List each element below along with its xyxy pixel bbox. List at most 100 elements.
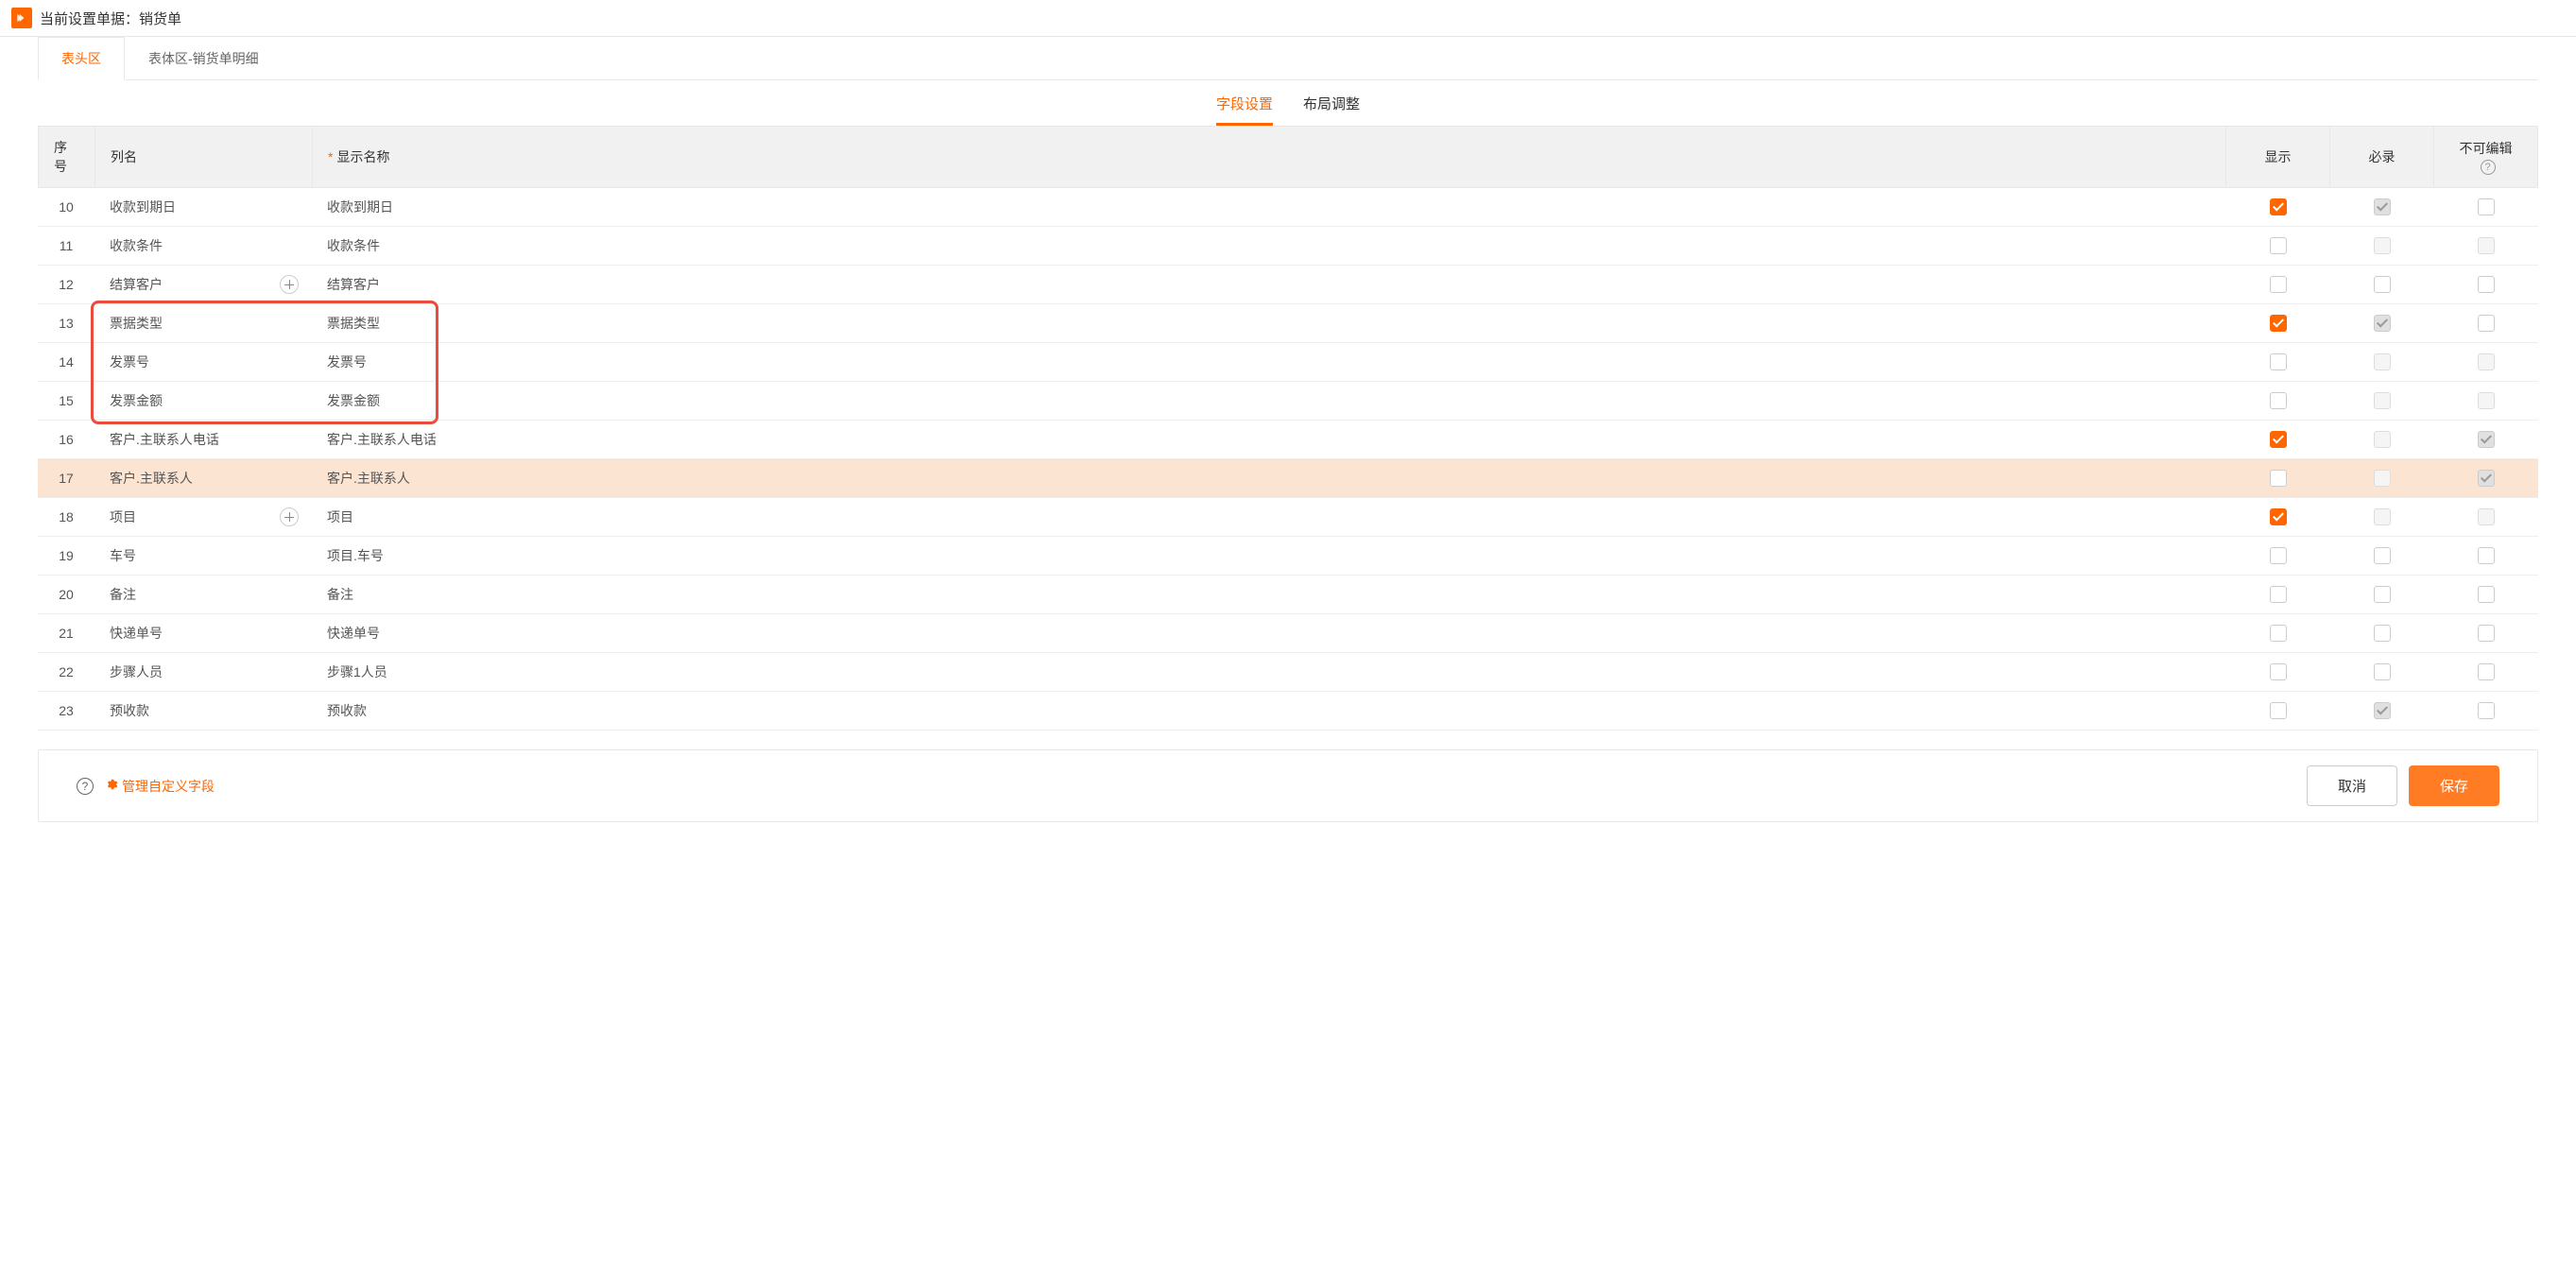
checkbox-readonly[interactable] — [2478, 315, 2495, 332]
cell-seq: 16 — [38, 421, 94, 459]
cell-required — [2330, 692, 2434, 731]
cell-display-name[interactable]: 发票金额 — [312, 382, 2226, 421]
checkbox-readonly[interactable] — [2478, 198, 2495, 215]
cell-required — [2330, 576, 2434, 614]
cell-display-name[interactable]: 票据类型 — [312, 304, 2226, 343]
checkbox-required — [2374, 702, 2391, 719]
th-seq: 序号 — [39, 127, 95, 188]
checkbox-readonly[interactable] — [2478, 547, 2495, 564]
cell-display-name[interactable]: 客户.主联系人 — [312, 459, 2226, 498]
cell-col-name: 收款到期日 — [94, 188, 312, 227]
cell-readonly — [2434, 537, 2538, 576]
cell-display-name[interactable]: 项目 — [312, 498, 2226, 537]
checkbox-required[interactable] — [2374, 586, 2391, 603]
save-button[interactable]: 保存 — [2409, 765, 2499, 806]
checkbox-show[interactable] — [2270, 237, 2287, 254]
checkbox-readonly[interactable] — [2478, 586, 2495, 603]
checkbox-show[interactable] — [2270, 353, 2287, 370]
table-row: 14发票号发票号 — [38, 343, 2538, 382]
checkbox-show[interactable] — [2270, 625, 2287, 642]
cell-col-name: 备注 — [94, 576, 312, 614]
cell-col-name: 客户.主联系人 — [94, 459, 312, 498]
checkbox-readonly[interactable] — [2478, 663, 2495, 680]
checkbox-show[interactable] — [2270, 315, 2287, 332]
manage-custom-fields-link[interactable]: 管理自定义字段 — [105, 777, 215, 796]
cell-display-name[interactable]: 项目.车号 — [312, 537, 2226, 576]
cell-show — [2226, 576, 2330, 614]
add-icon[interactable] — [280, 507, 299, 526]
cell-col-name: 预收款 — [94, 692, 312, 731]
th-show: 显示 — [2226, 127, 2330, 188]
question-icon[interactable]: ? — [77, 778, 94, 795]
checkbox-required — [2374, 508, 2391, 525]
cell-show — [2226, 343, 2330, 382]
checkbox-readonly — [2478, 392, 2495, 409]
cell-show — [2226, 498, 2330, 537]
expand-panel-icon[interactable] — [11, 8, 32, 28]
sub-tab-0[interactable]: 字段设置 — [1216, 94, 1273, 126]
tab-0[interactable]: 表头区 — [38, 37, 125, 80]
checkbox-show[interactable] — [2270, 663, 2287, 680]
cell-readonly — [2434, 343, 2538, 382]
table-row: 12结算客户结算客户 — [38, 266, 2538, 304]
cell-seq: 11 — [38, 227, 94, 266]
checkbox-show[interactable] — [2270, 431, 2287, 448]
checkbox-show[interactable] — [2270, 702, 2287, 719]
add-icon[interactable] — [280, 275, 299, 294]
table-row: 10收款到期日收款到期日 — [38, 188, 2538, 227]
checkbox-show[interactable] — [2270, 470, 2287, 487]
cell-required — [2330, 227, 2434, 266]
cell-seq: 15 — [38, 382, 94, 421]
cell-display-name[interactable]: 发票号 — [312, 343, 2226, 382]
checkbox-show[interactable] — [2270, 198, 2287, 215]
cell-readonly — [2434, 304, 2538, 343]
cell-display-name[interactable]: 预收款 — [312, 692, 2226, 731]
cell-show — [2226, 459, 2330, 498]
checkbox-readonly[interactable] — [2478, 702, 2495, 719]
cell-col-name: 发票金额 — [94, 382, 312, 421]
cell-show — [2226, 614, 2330, 653]
checkbox-required — [2374, 237, 2391, 254]
cell-col-name: 车号 — [94, 537, 312, 576]
checkbox-show[interactable] — [2270, 547, 2287, 564]
cell-display-name[interactable]: 收款到期日 — [312, 188, 2226, 227]
table-row: 11收款条件收款条件 — [38, 227, 2538, 266]
checkbox-required[interactable] — [2374, 276, 2391, 293]
cell-show — [2226, 653, 2330, 692]
cell-seq: 13 — [38, 304, 94, 343]
cancel-button[interactable]: 取消 — [2307, 765, 2397, 806]
table-row: 20备注备注 — [38, 576, 2538, 614]
sub-tab-1[interactable]: 布局调整 — [1303, 94, 1360, 126]
cell-display-name[interactable]: 结算客户 — [312, 266, 2226, 304]
checkbox-readonly — [2478, 237, 2495, 254]
checkbox-show[interactable] — [2270, 586, 2287, 603]
cell-seq: 19 — [38, 537, 94, 576]
checkbox-show[interactable] — [2270, 508, 2287, 525]
help-icon[interactable]: ? — [2481, 160, 2496, 175]
tab-1[interactable]: 表体区-销货单明细 — [125, 37, 283, 80]
checkbox-readonly[interactable] — [2478, 625, 2495, 642]
cell-display-name[interactable]: 客户.主联系人电话 — [312, 421, 2226, 459]
checkbox-readonly[interactable] — [2478, 276, 2495, 293]
cell-col-name: 结算客户 — [94, 266, 312, 304]
checkbox-show[interactable] — [2270, 392, 2287, 409]
th-readonly: 不可编辑 ? — [2434, 127, 2538, 188]
cell-show — [2226, 421, 2330, 459]
cell-display-name[interactable]: 备注 — [312, 576, 2226, 614]
cell-display-name[interactable]: 快递单号 — [312, 614, 2226, 653]
cell-show — [2226, 266, 2330, 304]
table-row: 19车号项目.车号 — [38, 537, 2538, 576]
checkbox-required[interactable] — [2374, 547, 2391, 564]
checkbox-required[interactable] — [2374, 625, 2391, 642]
checkbox-show[interactable] — [2270, 276, 2287, 293]
sub-tabs: 字段设置布局调整 — [38, 80, 2538, 126]
cell-seq: 17 — [38, 459, 94, 498]
title-value: 销货单 — [139, 11, 181, 27]
checkbox-readonly — [2478, 353, 2495, 370]
cell-display-name[interactable]: 步骤1人员 — [312, 653, 2226, 692]
cell-col-name: 项目 — [94, 498, 312, 537]
cell-seq: 21 — [38, 614, 94, 653]
cell-display-name[interactable]: 收款条件 — [312, 227, 2226, 266]
checkbox-required[interactable] — [2374, 663, 2391, 680]
table-row: 15发票金额发票金额 — [38, 382, 2538, 421]
